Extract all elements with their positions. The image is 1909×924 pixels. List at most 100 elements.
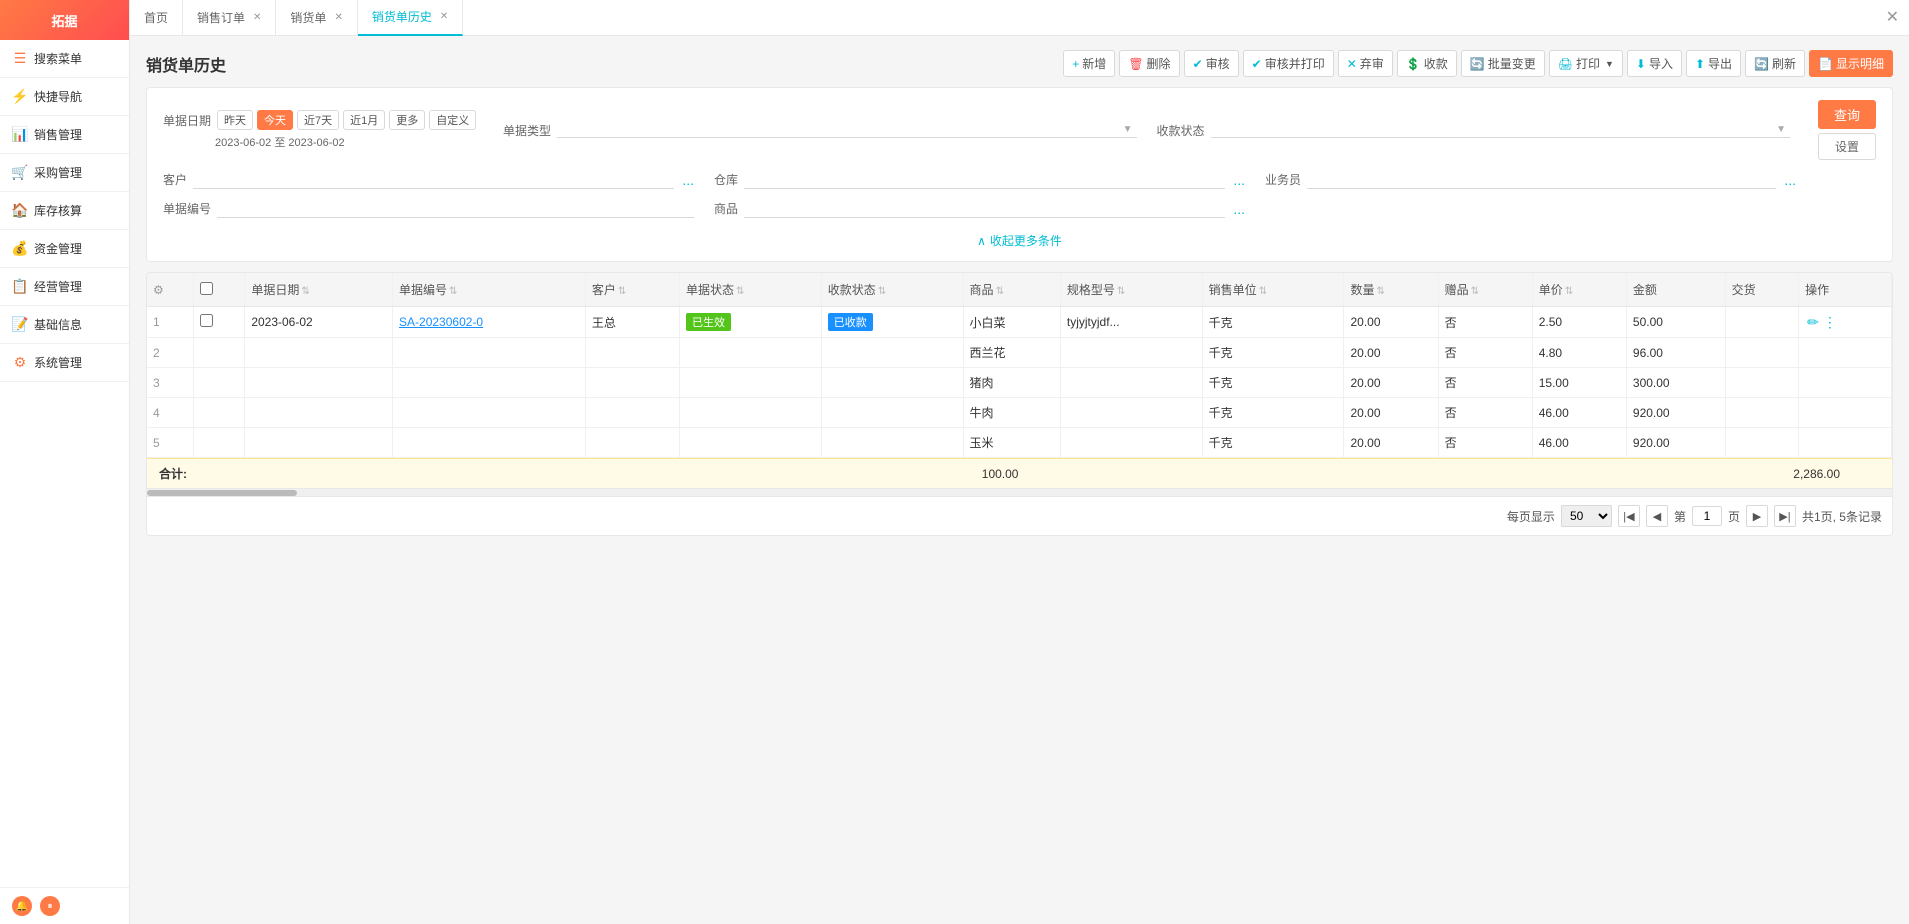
toolbar-refresh-button[interactable]: 🔄刷新 (1745, 50, 1805, 77)
td-amount-2: 300.00 (1626, 368, 1725, 398)
tab-home[interactable]: 首页 (130, 0, 183, 36)
staff-picker[interactable]: ... (1784, 172, 1796, 188)
th-spec[interactable]: 规格型号⇅ (1060, 273, 1202, 307)
goods-filter: 商品 ... (714, 199, 1245, 218)
toolbar-audit-print-button[interactable]: ✔审核并打印 (1243, 50, 1334, 77)
more-icon-0[interactable]: ⋮ (1823, 314, 1837, 330)
sidebar-item-ops-mgmt[interactable]: 📋 经营管理 (0, 268, 129, 306)
gear-icon[interactable]: ⚙ (153, 283, 164, 297)
show-detail-icon: 📄 (1818, 57, 1833, 71)
toolbar-discard-button[interactable]: ✕弃审 (1338, 50, 1393, 77)
toolbar-collect-button[interactable]: 💲收款 (1397, 50, 1457, 77)
sidebar-item-inventory[interactable]: 🏠 库存核算 (0, 192, 129, 230)
scrollbar-thumb[interactable] (147, 490, 297, 496)
table-row: 4牛肉千克20.00否46.00920.00 (147, 398, 1892, 428)
th-doc_date[interactable]: 单据日期⇅ (245, 273, 393, 307)
add-label: 新增 (1082, 55, 1106, 72)
per-page-select[interactable]: 50 100 200 (1561, 505, 1612, 527)
tab-sales-history[interactable]: 销货单历史✕ (358, 0, 463, 36)
td-action-3 (1799, 398, 1892, 428)
date-btn-0[interactable]: 昨天 (217, 110, 253, 130)
th-unit[interactable]: 销售单位⇅ (1202, 273, 1344, 307)
sidebar-item-basic-info[interactable]: 📝 基础信息 (0, 306, 129, 344)
sidebar-item-label-purchase-mgmt: 采购管理 (34, 164, 82, 181)
sidebar-item-label-basic-info: 基础信息 (34, 316, 82, 333)
toolbar-import-button[interactable]: ⬇导入 (1627, 50, 1682, 77)
toolbar-audit-button[interactable]: ✔审核 (1184, 50, 1239, 77)
last-page-button[interactable]: ▶| (1774, 505, 1796, 527)
toolbar-delete-button[interactable]: 🗑删除 (1119, 50, 1179, 77)
th-doc_no[interactable]: 单据编号⇅ (393, 273, 586, 307)
th-gift[interactable]: 赠品⇅ (1438, 273, 1532, 307)
doc-no-link-0[interactable]: SA-20230602-0 (399, 315, 483, 329)
doc-type-select[interactable]: ▼ (557, 122, 1136, 138)
delete-label: 删除 (1147, 55, 1171, 72)
toolbar-print-button[interactable]: 🖨打印▼ (1549, 50, 1623, 77)
tab-close-sales-goods[interactable]: ✕ (334, 12, 342, 23)
first-page-button[interactable]: |◀ (1618, 505, 1640, 527)
horizontal-scrollbar[interactable] (147, 488, 1892, 496)
warehouse-filter: 仓库 ... (714, 170, 1245, 189)
notification-icon[interactable]: 🔔 (12, 896, 32, 916)
toolbar-batch-change-button[interactable]: 🔄批量变更 (1461, 50, 1545, 77)
td-payment-status-3 (821, 398, 963, 428)
sidebar-item-purchase-mgmt[interactable]: 🛒 采购管理 (0, 154, 129, 192)
warehouse-input[interactable] (744, 170, 1225, 189)
th-customer[interactable]: 客户⇅ (585, 273, 679, 307)
next-page-button[interactable]: ▶ (1746, 505, 1768, 527)
customer-picker[interactable]: ... (682, 172, 694, 188)
payment-status-select[interactable]: ▼ (1211, 122, 1790, 138)
row-checkbox-0[interactable] (200, 314, 213, 327)
th-payment_status[interactable]: 收款状态⇅ (821, 273, 963, 307)
th-goods[interactable]: 商品⇅ (963, 273, 1060, 307)
set-button[interactable]: 设置 (1818, 133, 1876, 160)
sidebar-item-sales-mgmt[interactable]: 📊 销售管理 (0, 116, 129, 154)
date-btn-3[interactable]: 近1月 (343, 110, 385, 130)
sidebar-item-system-mgmt[interactable]: ⚙ 系统管理 (0, 344, 129, 382)
goods-picker[interactable]: ... (1233, 201, 1245, 217)
filter-collapse-button[interactable]: ∧ 收起更多条件 (163, 228, 1876, 249)
prev-page-button[interactable]: ◀ (1646, 505, 1668, 527)
select-all-checkbox[interactable] (200, 282, 213, 295)
warehouse-picker[interactable]: ... (1233, 172, 1245, 188)
add-icon: + (1072, 57, 1079, 71)
page-input[interactable]: 1 (1692, 506, 1722, 526)
date-btn-4[interactable]: 更多 (389, 110, 425, 130)
query-button[interactable]: 查询 (1818, 100, 1876, 129)
toolbar-export-button[interactable]: ⬆导出 (1686, 50, 1741, 77)
edit-icon-0[interactable]: ✏ (1807, 314, 1819, 330)
sidebar-item-search-menu[interactable]: ☰ 搜索菜单 (0, 40, 129, 78)
toolbar-show-detail-button[interactable]: 📄显示明细 (1809, 50, 1893, 77)
export-icon: ⬆ (1695, 57, 1705, 71)
import-label: 导入 (1649, 55, 1673, 72)
doc-no-input[interactable] (217, 199, 694, 218)
doc-type-filter: 单据类型 ▼ (503, 122, 1137, 139)
td-customer-4 (585, 428, 679, 458)
close-all-button[interactable]: ✕ (1876, 0, 1909, 36)
page-unit: 页 (1728, 508, 1740, 525)
goods-input[interactable] (744, 199, 1225, 218)
date-btn-1[interactable]: 今天 (257, 110, 293, 130)
toolbar-add-button[interactable]: +新增 (1063, 50, 1115, 77)
doc-type-label: 单据类型 (503, 122, 551, 139)
unit-2: 千克 (1209, 376, 1233, 390)
pause-icon[interactable]: ⏸ (40, 896, 60, 916)
td-unit-2: 千克 (1202, 368, 1344, 398)
th-price[interactable]: 单价⇅ (1532, 273, 1626, 307)
staff-input[interactable] (1307, 170, 1776, 189)
sidebar-item-quick-nav[interactable]: ⚡ 快捷导航 (0, 78, 129, 116)
sidebar-item-finance-mgmt[interactable]: 💰 资金管理 (0, 230, 129, 268)
tab-sales-goods[interactable]: 销货单✕ (276, 0, 357, 36)
goods-3: 牛肉 (970, 406, 994, 420)
customer-input[interactable] (193, 170, 674, 189)
tab-sales-order[interactable]: 销售订单✕ (183, 0, 276, 36)
basic-info-icon: 📝 (12, 317, 28, 333)
tab-close-sales-order[interactable]: ✕ (253, 12, 261, 23)
td-price-4: 46.00 (1532, 428, 1626, 458)
th-doc_status[interactable]: 单据状态⇅ (679, 273, 821, 307)
th-qty[interactable]: 数量⇅ (1344, 273, 1438, 307)
tab-close-sales-history[interactable]: ✕ (440, 11, 448, 22)
date-btn-2[interactable]: 近7天 (297, 110, 339, 130)
td-checkbox-0 (193, 307, 245, 338)
date-btn-5[interactable]: 自定义 (429, 110, 476, 130)
